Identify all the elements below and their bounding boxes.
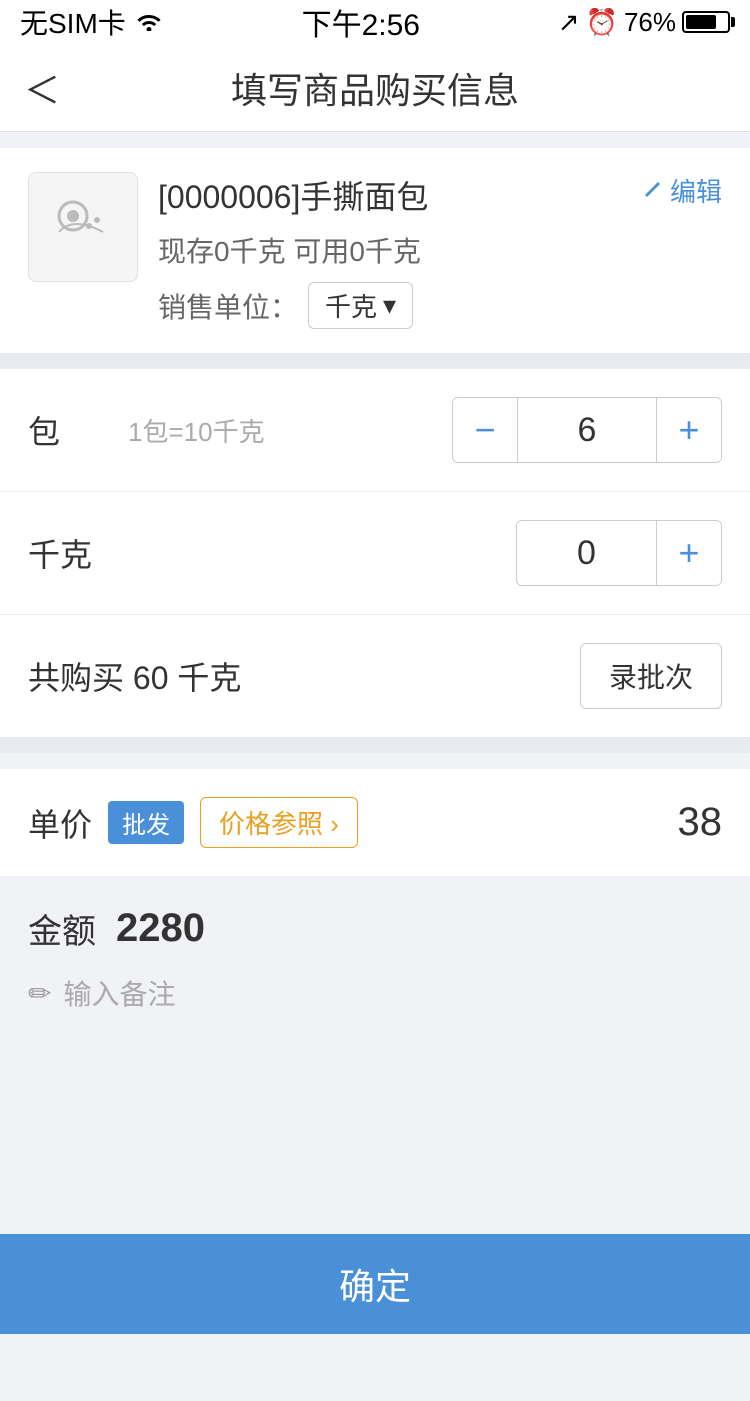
bao-input-row: 包 1包=10千克 − + — [0, 369, 750, 492]
amount-label: 金额 — [28, 904, 96, 953]
note-placeholder: 输入备注 — [63, 973, 175, 1013]
product-info: [0000006]手撕面包 现存0千克 可用0千克 销售单位： 千克 ▾ — [158, 172, 722, 329]
confirm-bar[interactable]: 确定 — [0, 1234, 750, 1334]
status-time: 下午2:56 — [302, 0, 420, 44]
unit-select[interactable]: 千克 ▾ — [308, 282, 413, 329]
bao-minus-button[interactable]: − — [453, 398, 517, 462]
kg-label: 千克 — [28, 530, 108, 576]
nav-bar: ＜ 填写商品购买信息 — [0, 44, 750, 132]
section-divider-2 — [0, 737, 750, 753]
amount-row: 金额 2280 — [28, 904, 722, 953]
amount-value: 2280 — [116, 906, 205, 951]
unit-label: 销售单位： — [158, 286, 298, 326]
price-ref-button[interactable]: 价格参照 › — [200, 797, 358, 848]
amount-section: 金额 2280 ✏ 输入备注 — [0, 876, 750, 1041]
price-value: 38 — [678, 800, 723, 845]
battery-percent: 76% — [624, 7, 676, 38]
status-left: 无SIM卡 — [20, 2, 164, 42]
status-right: ↗ ⏰ 76% — [558, 7, 730, 38]
alarm-icon: ⏰ — [586, 7, 618, 38]
product-image-placeholder — [53, 196, 113, 258]
edit-button[interactable]: 编辑 — [644, 172, 722, 209]
batch-button[interactable]: 录批次 — [580, 643, 722, 709]
kg-plus-button[interactable]: + — [657, 521, 721, 585]
status-bar: 无SIM卡 下午2:56 ↗ ⏰ 76% — [0, 0, 750, 44]
carrier-label: 无SIM卡 — [20, 2, 126, 42]
product-unit-row: 销售单位： 千克 ▾ — [158, 282, 722, 329]
wifi-icon — [134, 6, 164, 38]
bao-controls: − + — [452, 397, 722, 463]
product-thumbnail — [28, 172, 138, 282]
note-row[interactable]: ✏ 输入备注 — [28, 973, 722, 1013]
content-area — [0, 1041, 750, 1401]
bao-plus-button[interactable]: + — [657, 398, 721, 462]
bao-value-input[interactable] — [517, 398, 657, 462]
page-title: 填写商品购买信息 — [231, 62, 519, 114]
input-section: 包 1包=10千克 − + 千克 + 共购买 60 千克 录批次 — [0, 369, 750, 737]
product-name: [0000006]手撕面包 — [158, 172, 722, 218]
location-icon: ↗ — [558, 7, 580, 38]
section-divider-1 — [0, 353, 750, 369]
kg-value-input[interactable] — [517, 521, 657, 585]
price-tag: 批发 — [108, 801, 184, 844]
total-row: 共购买 60 千克 录批次 — [0, 615, 750, 737]
price-label: 单价 — [28, 800, 92, 846]
product-stock: 现存0千克 可用0千克 — [158, 230, 722, 270]
kg-input-row: 千克 + — [0, 492, 750, 615]
pencil-icon: ✏ — [28, 977, 51, 1010]
price-section: 单价 批发 价格参照 › 38 — [0, 769, 750, 876]
bao-label: 包 — [28, 407, 108, 453]
battery-icon — [682, 11, 730, 33]
product-card: [0000006]手撕面包 现存0千克 可用0千克 销售单位： 千克 ▾ 编辑 — [0, 148, 750, 353]
confirm-button[interactable]: 确定 — [339, 1258, 411, 1310]
back-button[interactable]: ＜ — [24, 62, 60, 114]
total-label: 共购买 60 千克 — [28, 653, 241, 699]
kg-controls: + — [516, 520, 722, 586]
bao-sublabel: 1包=10千克 — [128, 412, 265, 449]
